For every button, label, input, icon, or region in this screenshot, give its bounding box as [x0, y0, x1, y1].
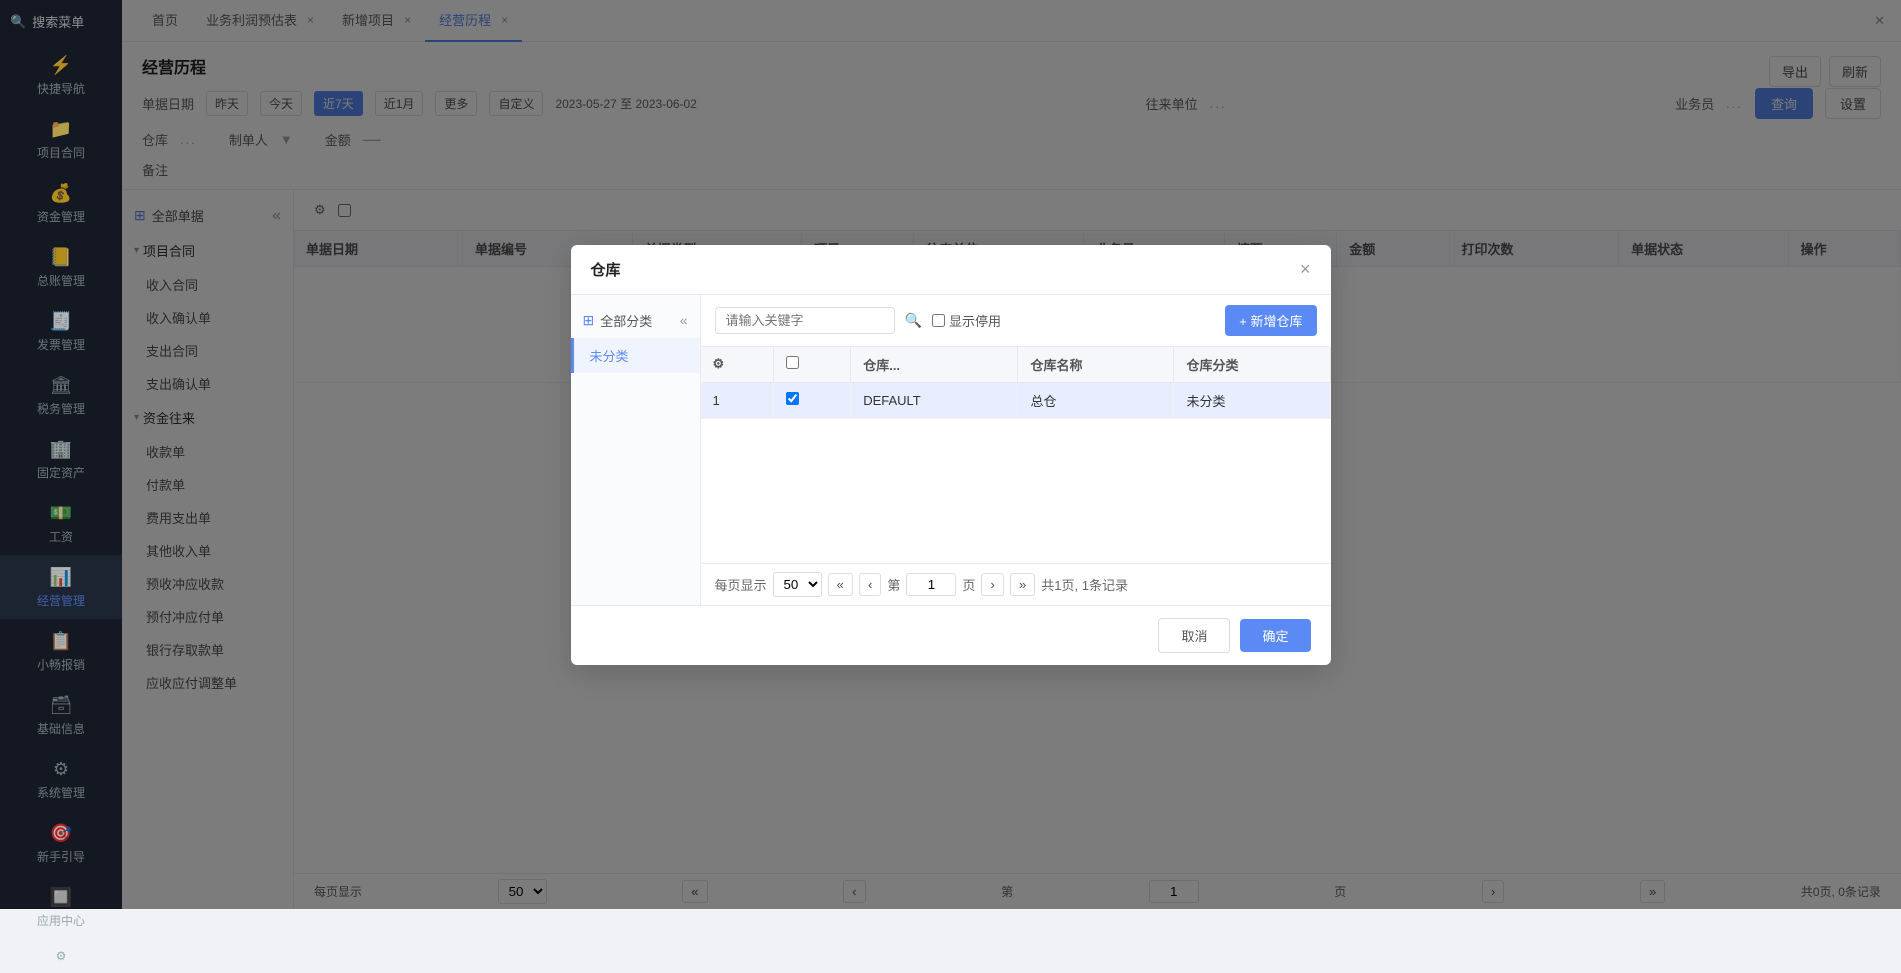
- sidebar-item-label: 应用中心: [37, 912, 85, 929]
- row-name: 总仓: [1018, 382, 1174, 418]
- row-index: 1: [701, 382, 774, 418]
- show-disabled-checkbox[interactable]: 显示停用: [932, 311, 1001, 330]
- modal-warehouse-table: ⚙ 仓库... 仓库名称 仓库分类 1 DEFAULT: [701, 347, 1331, 419]
- modal-page-input[interactable]: [906, 573, 956, 596]
- add-warehouse-btn[interactable]: + 新增仓库: [1225, 305, 1316, 336]
- modal-footer: 取消 确定: [571, 605, 1331, 665]
- table-select-all[interactable]: [786, 356, 799, 369]
- modal-next-btn[interactable]: ›: [981, 573, 1003, 596]
- modal-pagination: 每页显示 50 « ‹ 第 页 › » 共1页, 1条记录: [701, 563, 1331, 605]
- modal-close-btn[interactable]: ×: [1300, 259, 1311, 280]
- modal-title: 仓库: [591, 259, 621, 280]
- modal-left-toggle-btn[interactable]: «: [680, 312, 688, 328]
- modal-toolbar: 🔍 显示停用 + 新增仓库: [701, 295, 1331, 347]
- modal-first-btn[interactable]: «: [828, 573, 853, 596]
- cancel-button[interactable]: 取消: [1158, 618, 1230, 653]
- modal-right-panel: 🔍 显示停用 + 新增仓库 ⚙ 仓库...: [701, 295, 1331, 605]
- row-checkbox[interactable]: [774, 382, 851, 418]
- settings-btn[interactable]: ⚙: [0, 939, 122, 973]
- modal-page-size-select[interactable]: 50: [773, 572, 822, 597]
- modal-overlay: 仓库 × ⊞ 全部分类 « 未分类 🔍 显: [0, 0, 1901, 909]
- modal-left-panel: ⊞ 全部分类 « 未分类: [571, 295, 701, 605]
- col-checkbox: [774, 347, 851, 383]
- row-category: 未分类: [1174, 382, 1330, 418]
- show-disabled-label: 显示停用: [949, 311, 1001, 330]
- table-row[interactable]: 1 DEFAULT 总仓 未分类: [701, 382, 1331, 418]
- search-icon[interactable]: 🔍: [905, 312, 922, 329]
- disabled-checkbox-input[interactable]: [932, 314, 945, 327]
- col-category: 仓库分类: [1174, 347, 1330, 383]
- modal-category-unclassified[interactable]: 未分类: [571, 338, 700, 373]
- col-settings: ⚙: [701, 347, 774, 383]
- row-checkbox-input[interactable]: [786, 392, 799, 405]
- col-name: 仓库名称: [1018, 347, 1174, 383]
- modal-header: 仓库 ×: [571, 245, 1331, 295]
- modal-table-wrapper: ⚙ 仓库... 仓库名称 仓库分类 1 DEFAULT: [701, 347, 1331, 563]
- modal-all-category-label: 全部分类: [600, 311, 652, 330]
- modal-search-input[interactable]: [715, 307, 895, 334]
- sidebar-bottom: ⚙: [0, 939, 122, 973]
- settings-icon: ⚙: [56, 949, 67, 963]
- modal-left-header: ⊞ 全部分类 «: [571, 303, 700, 338]
- modal-page-unit: 页: [962, 575, 975, 594]
- confirm-button[interactable]: 确定: [1240, 619, 1310, 652]
- modal-per-page-label: 每页显示: [715, 575, 767, 594]
- warehouse-modal: 仓库 × ⊞ 全部分类 « 未分类 🔍 显: [571, 245, 1331, 665]
- modal-prev-btn[interactable]: ‹: [859, 573, 881, 596]
- row-code: DEFAULT: [851, 382, 1018, 418]
- modal-total-label: 共1页, 1条记录: [1041, 575, 1128, 594]
- modal-body: ⊞ 全部分类 « 未分类 🔍 显示停用 + 新增仓库: [571, 295, 1331, 605]
- col-code: 仓库...: [851, 347, 1018, 383]
- grid-icon: ⊞: [583, 312, 595, 329]
- modal-last-btn[interactable]: »: [1010, 573, 1035, 596]
- modal-page-label: 第: [887, 575, 900, 594]
